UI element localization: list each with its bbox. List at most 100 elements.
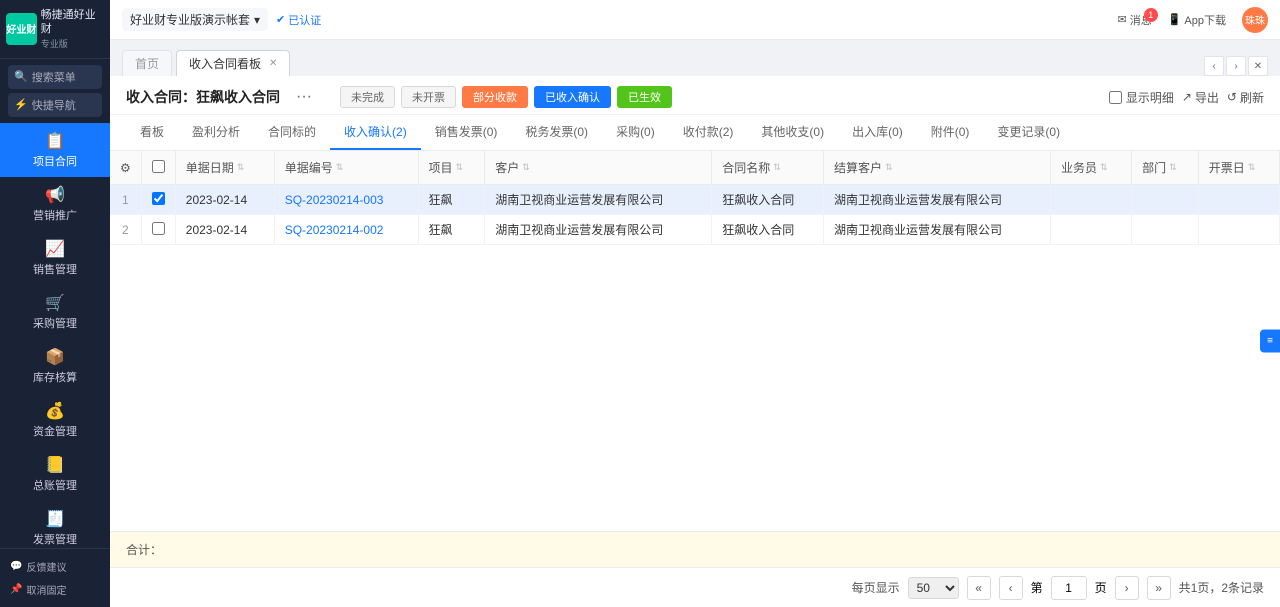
- table-row[interactable]: 1 2023-02-14 SQ-20230214-003 狂飙 湖南卫视商业运营…: [110, 185, 1280, 215]
- app-download-button[interactable]: 📱 App下载: [1168, 12, 1226, 28]
- tab-close-button[interactable]: ✕: [269, 58, 277, 69]
- refresh-button[interactable]: ↺ 刷新: [1227, 89, 1264, 106]
- search-menu-button[interactable]: 🔍 搜索菜单: [8, 65, 102, 89]
- table-footer: 合计：: [110, 531, 1280, 567]
- sub-tab-board[interactable]: 看板: [126, 115, 178, 150]
- sidebar-item-sales[interactable]: 📈 销售管理: [0, 231, 110, 285]
- status-partial-button[interactable]: 部分收款: [462, 86, 528, 108]
- first-page-button[interactable]: «: [967, 576, 991, 600]
- row-department: [1132, 215, 1199, 245]
- sub-tab-sales-invoice[interactable]: 销售发票(0): [421, 115, 512, 150]
- select-all-checkbox[interactable]: [152, 160, 165, 173]
- tab-close-all-button[interactable]: ✕: [1248, 56, 1268, 76]
- row-customer: 湖南卫视商业运营发展有限公司: [485, 185, 712, 215]
- logo-icon: 好业财: [6, 13, 37, 45]
- sidebar-item-marketing[interactable]: 📢 营销推广: [0, 177, 110, 231]
- sidebar-item-project-contract[interactable]: 📋 项目合同: [0, 123, 110, 177]
- sub-tab-tax-invoice[interactable]: 税务发票(0): [511, 115, 602, 150]
- row-customer: 湖南卫视商业运营发展有限公司: [485, 215, 712, 245]
- export-icon: ↗: [1182, 90, 1192, 104]
- export-button[interactable]: ↗ 导出: [1182, 89, 1219, 106]
- row-contract: 狂飙收入合同: [712, 185, 824, 215]
- feedback-button[interactable]: 💬 反馈建议: [8, 555, 102, 578]
- sub-tab-purchase[interactable]: 采购(0): [602, 115, 669, 150]
- quick-nav-label: 快捷导航: [32, 97, 76, 113]
- sidebar-item-label: 采购管理: [33, 315, 77, 331]
- col-department: 部门⇅: [1132, 151, 1199, 185]
- topbar-left: 好业财专业版演示帐套 ▾ ✔ 已认证: [122, 8, 321, 31]
- right-float-button[interactable]: ≡: [1260, 330, 1280, 353]
- user-avatar[interactable]: 珠珠: [1242, 7, 1268, 33]
- tabbar: 首页 收入合同看板 ✕ ‹ › ✕: [110, 40, 1280, 76]
- row-checkbox[interactable]: [152, 222, 165, 235]
- chevron-down-icon: ▾: [254, 13, 260, 27]
- page-size-select[interactable]: 50 20 100: [908, 577, 959, 599]
- sidebar-item-inventory[interactable]: 📦 库存核算: [0, 339, 110, 393]
- sub-tab-warehouse[interactable]: 出入库(0): [838, 115, 917, 150]
- status-uninvoiced-button[interactable]: 未开票: [401, 86, 456, 108]
- sub-tab-change-log[interactable]: 变更记录(0): [983, 115, 1074, 150]
- row-settings: 2: [110, 215, 141, 245]
- tab-contract-board[interactable]: 收入合同看板 ✕: [176, 50, 290, 76]
- verified-badge: ✔ 已认证: [276, 12, 321, 28]
- tab-next-button[interactable]: ›: [1226, 56, 1246, 76]
- table-area: ≡ ⚙ 单据日期⇅ 单据编号⇅ 项目⇅ 客户⇅ 合同名称⇅ 结算客户⇅ 业务员⇅…: [110, 151, 1280, 531]
- table-row[interactable]: 2 2023-02-14 SQ-20230214-002 狂飙 湖南卫视商业运营…: [110, 215, 1280, 245]
- sidebar-item-ledger[interactable]: 📒 总账管理: [0, 447, 110, 501]
- row-code[interactable]: SQ-20230214-002: [274, 215, 418, 245]
- more-button[interactable]: ···: [292, 88, 316, 106]
- status-confirmed-button[interactable]: 已收入确认: [534, 86, 611, 108]
- col-customer: 客户⇅: [485, 151, 712, 185]
- col-bill-date: 开票日⇅: [1198, 151, 1279, 185]
- content-area: 收入合同：狂飙收入合同 ··· 未完成 未开票 部分收款 已收入确认 已生效 显…: [110, 76, 1280, 607]
- show-detail-label[interactable]: 显示明细: [1109, 89, 1174, 106]
- row-date: 2023-02-14: [175, 185, 274, 215]
- row-salesperson: [1050, 185, 1131, 215]
- sidebar-nav: 📋 项目合同 📢 营销推广 📈 销售管理 🛒 采购管理 📦 库存核算 💰 资金管…: [0, 123, 110, 548]
- message-button[interactable]: ✉ 消息 1: [1118, 12, 1152, 28]
- row-checkbox-cell[interactable]: [141, 215, 175, 245]
- sub-tab-revenue-confirm[interactable]: 收入确认(2): [330, 115, 421, 150]
- last-page-button[interactable]: »: [1147, 576, 1171, 600]
- sidebar-search-area: 🔍 搜索菜单 ⚡ 快捷导航: [0, 59, 110, 123]
- status-effective-button[interactable]: 已生效: [617, 86, 672, 108]
- tab-prev-button[interactable]: ‹: [1204, 56, 1224, 76]
- row-checkbox[interactable]: [152, 192, 165, 205]
- row-billing-customer: 湖南卫视商业运营发展有限公司: [823, 215, 1050, 245]
- row-checkbox-cell[interactable]: [141, 185, 175, 215]
- row-code-link[interactable]: SQ-20230214-003: [285, 193, 384, 207]
- search-icon: 🔍: [14, 70, 28, 83]
- sidebar-bottom: 💬 反馈建议 📌 取消固定: [0, 548, 110, 607]
- page-title: 收入合同：狂飙收入合同: [126, 87, 280, 107]
- sidebar: 好业财 畅捷通好业财 专业版 🔍 搜索菜单 ⚡ 快捷导航 📋 项目合同 📢 营销…: [0, 0, 110, 607]
- tab-home[interactable]: 首页: [122, 50, 172, 76]
- sub-tab-attachment[interactable]: 附件(0): [917, 115, 984, 150]
- sub-tab-profit[interactable]: 盈利分析: [178, 115, 254, 150]
- row-code[interactable]: SQ-20230214-003: [274, 185, 418, 215]
- sort-icon: ⇅: [1169, 162, 1177, 173]
- tab-home-label: 首页: [135, 55, 159, 72]
- sidebar-item-purchase[interactable]: 🛒 采购管理: [0, 285, 110, 339]
- company-selector[interactable]: 好业财专业版演示帐套 ▾: [122, 8, 268, 31]
- col-settings: ⚙: [110, 151, 141, 185]
- feedback-label: 反馈建议: [26, 559, 66, 574]
- sidebar-item-label: 项目合同: [33, 153, 77, 169]
- page-header: 收入合同：狂飙收入合同 ··· 未完成 未开票 部分收款 已收入确认 已生效 显…: [110, 76, 1280, 115]
- show-detail-checkbox[interactable]: [1109, 91, 1122, 104]
- page-text2: 页: [1095, 579, 1107, 596]
- sidebar-item-label: 库存核算: [33, 369, 77, 385]
- company-name: 好业财专业版演示帐套: [130, 11, 250, 28]
- prev-page-button[interactable]: ‹: [999, 576, 1023, 600]
- lightning-icon: ⚡: [14, 98, 28, 111]
- sub-tab-payment[interactable]: 收付款(2): [669, 115, 748, 150]
- sub-tab-subject[interactable]: 合同标的: [254, 115, 330, 150]
- quick-nav-button[interactable]: ⚡ 快捷导航: [8, 93, 102, 117]
- status-incomplete-button[interactable]: 未完成: [340, 86, 395, 108]
- sidebar-item-funds[interactable]: 💰 资金管理: [0, 393, 110, 447]
- row-code-link[interactable]: SQ-20230214-002: [285, 223, 384, 237]
- next-page-button[interactable]: ›: [1115, 576, 1139, 600]
- unpin-button[interactable]: 📌 取消固定: [8, 578, 102, 601]
- sub-tab-other[interactable]: 其他收支(0): [747, 115, 838, 150]
- page-input[interactable]: [1051, 576, 1087, 600]
- sidebar-item-invoice[interactable]: 🧾 发票管理: [0, 501, 110, 548]
